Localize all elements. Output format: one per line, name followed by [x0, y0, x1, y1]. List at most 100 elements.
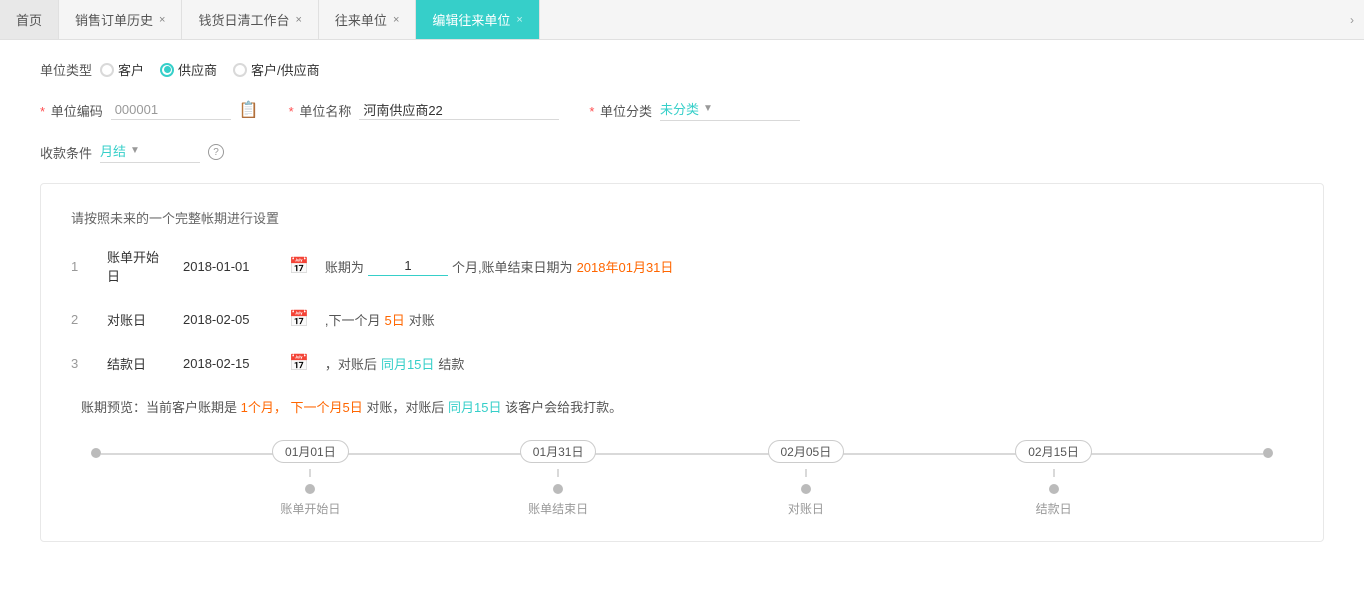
desc-suffix-2: 对账 [409, 310, 435, 329]
basic-info-row: * 单位编码 📋 * 单位名称 * 单位分类 未分类 ▼ [40, 99, 1324, 121]
classify-value: 未分类 [660, 99, 699, 118]
row-date-1: 2018-01-01 [183, 259, 273, 274]
node-stem-4 [1053, 469, 1055, 477]
tab-partners[interactable]: 往来单位 × [319, 0, 416, 39]
section-hint: 请按照未来的一个完整帐期进行设置 [71, 208, 1293, 227]
radio-customer[interactable]: 客户 [100, 60, 144, 79]
setting-row-2: 2 对账日 2018-02-05 📅 ,下一个月 5日 对账 [71, 309, 1293, 329]
node-circle-2 [553, 484, 563, 494]
node-circle-1 [305, 484, 315, 494]
preview-mid: 对账，对账后 [366, 400, 444, 415]
node-bubble-3: 02月05日 [768, 440, 845, 463]
classify-arrow-icon: ▼ [703, 103, 713, 114]
desc-suffix-1: 个月,账单结束日期为 [452, 257, 573, 276]
node-bubble-4: 02月15日 [1015, 440, 1092, 463]
node-circle-3 [801, 484, 811, 494]
radio-both-label: 客户/供应商 [251, 60, 320, 79]
payment-term-label: 收款条件 [40, 143, 92, 162]
tab-home[interactable]: 首页 [0, 0, 59, 39]
payment-term-value: 月结 [100, 141, 126, 160]
tab-cash-work[interactable]: 钱货日清工作台 × [182, 0, 318, 39]
tab-home-label: 首页 [16, 10, 42, 29]
node-label-3: 对账日 [788, 500, 824, 517]
preview-p3: 同月15日 [448, 400, 501, 415]
tab-edit-partner[interactable]: 编辑往来单位 × [416, 0, 539, 39]
row-type-3: 结款日 [107, 354, 167, 373]
highlight-3: 同月15日 [381, 354, 434, 373]
timeline-node-2: 01月31日 账单结束日 [520, 440, 597, 517]
preview-end: 该客户会给我打款。 [505, 400, 622, 415]
tab-sales-history-close[interactable]: × [159, 14, 165, 26]
unit-code-label: * 单位编码 [40, 101, 103, 120]
right-dot-circle [1263, 448, 1273, 458]
copy-icon[interactable]: 📋 [239, 100, 259, 120]
radio-customer-label: 客户 [118, 60, 144, 79]
unit-name-group: * 单位名称 [289, 100, 560, 120]
payment-term-arrow-icon: ▼ [130, 145, 140, 156]
preview-label: 账期预览：当前客户账期是 [81, 400, 237, 415]
desc-suffix-3: 结款 [438, 354, 464, 373]
row-number-2: 2 [71, 312, 91, 327]
node-label-2: 账单结束日 [528, 500, 588, 517]
main-content: 单位类型 客户 供应商 客户/供应商 [0, 40, 1364, 608]
desc-prefix-2: ,下一个月 [325, 310, 381, 329]
classify-dropdown[interactable]: 未分类 ▼ [660, 99, 800, 121]
row-type-1: 账单开始日 [107, 247, 167, 285]
unit-type-group: 单位类型 客户 供应商 客户/供应商 [40, 60, 320, 79]
highlight-date-1: 2018年01月31日 [577, 257, 674, 276]
cal-icon-1[interactable]: 📅 [289, 256, 309, 276]
radio-supplier-dot [164, 66, 171, 73]
tab-edit-partner-label: 编辑往来单位 [432, 10, 510, 29]
unit-classify-label: * 单位分类 [589, 101, 652, 120]
payment-term-row: 收款条件 月结 ▼ ? [40, 141, 1324, 163]
payment-term-group: 收款条件 月结 ▼ ? [40, 141, 224, 163]
unit-classify-group: * 单位分类 未分类 ▼ [589, 99, 800, 121]
tab-bar: 首页 销售订单历史 × 钱货日清工作台 × 往来单位 × 编辑往来单位 × › [0, 0, 1364, 40]
node-label-4: 结款日 [1036, 500, 1072, 517]
row-desc-2: ,下一个月 5日 对账 [325, 310, 435, 329]
tab-sales-history-label: 销售订单历史 [75, 10, 153, 29]
timeline-node-1: 01月01日 账单开始日 [272, 440, 349, 517]
row-type-2: 对账日 [107, 310, 167, 329]
tab-edit-partner-close[interactable]: × [516, 14, 522, 26]
preview-p2: 下一个月5日 [291, 400, 363, 415]
timeline-wrapper: 01月01日 账单开始日 01月31日 账单结束日 02月05日 [71, 440, 1293, 517]
radio-supplier[interactable]: 供应商 [160, 60, 217, 79]
payment-term-dropdown[interactable]: 月结 ▼ [100, 141, 200, 163]
radio-both[interactable]: 客户/供应商 [233, 60, 320, 79]
tab-cash-work-close[interactable]: × [295, 14, 301, 26]
radio-both-circle [233, 63, 247, 77]
period-input[interactable] [368, 256, 448, 276]
timeline-left-dot [91, 448, 101, 458]
row-date-3: 2018-02-15 [183, 356, 273, 371]
node-label-1: 账单开始日 [280, 500, 340, 517]
left-dot-circle [91, 448, 101, 458]
timeline-node-3: 02月05日 对账日 [768, 440, 845, 517]
unit-code-input[interactable] [111, 100, 231, 120]
timeline: 01月01日 账单开始日 01月31日 账单结束日 02月05日 [91, 440, 1273, 517]
row-number-3: 3 [71, 356, 91, 371]
classify-required-star: * [589, 104, 594, 119]
row-desc-3: ，对账后 同月15日 结款 [325, 354, 465, 373]
unit-type-label: 单位类型 [40, 60, 92, 79]
setting-row-3: 3 结款日 2018-02-15 📅 ，对账后 同月15日 结款 [71, 353, 1293, 373]
tab-partners-close[interactable]: × [393, 14, 399, 26]
node-bubble-1: 01月01日 [272, 440, 349, 463]
preview-p1: 1个月， [241, 400, 287, 415]
timeline-node-4: 02月15日 结款日 [1015, 440, 1092, 517]
row-date-2: 2018-02-05 [183, 312, 273, 327]
unit-type-row: 单位类型 客户 供应商 客户/供应商 [40, 60, 1324, 79]
help-icon[interactable]: ? [208, 144, 224, 160]
unit-name-input[interactable] [359, 100, 559, 120]
cal-icon-2[interactable]: 📅 [289, 309, 309, 329]
unit-code-group: * 单位编码 📋 [40, 100, 259, 120]
radio-supplier-circle [160, 63, 174, 77]
radio-group: 客户 供应商 客户/供应商 [100, 60, 320, 79]
tab-sales-history[interactable]: 销售订单历史 × [59, 0, 182, 39]
timeline-right-dot [1263, 448, 1273, 458]
radio-supplier-label: 供应商 [178, 60, 217, 79]
tab-cash-work-label: 钱货日清工作台 [198, 10, 289, 29]
node-circle-4 [1049, 484, 1059, 494]
cal-icon-3[interactable]: 📅 [289, 353, 309, 373]
tab-scroll-arrow[interactable]: › [1340, 0, 1364, 39]
